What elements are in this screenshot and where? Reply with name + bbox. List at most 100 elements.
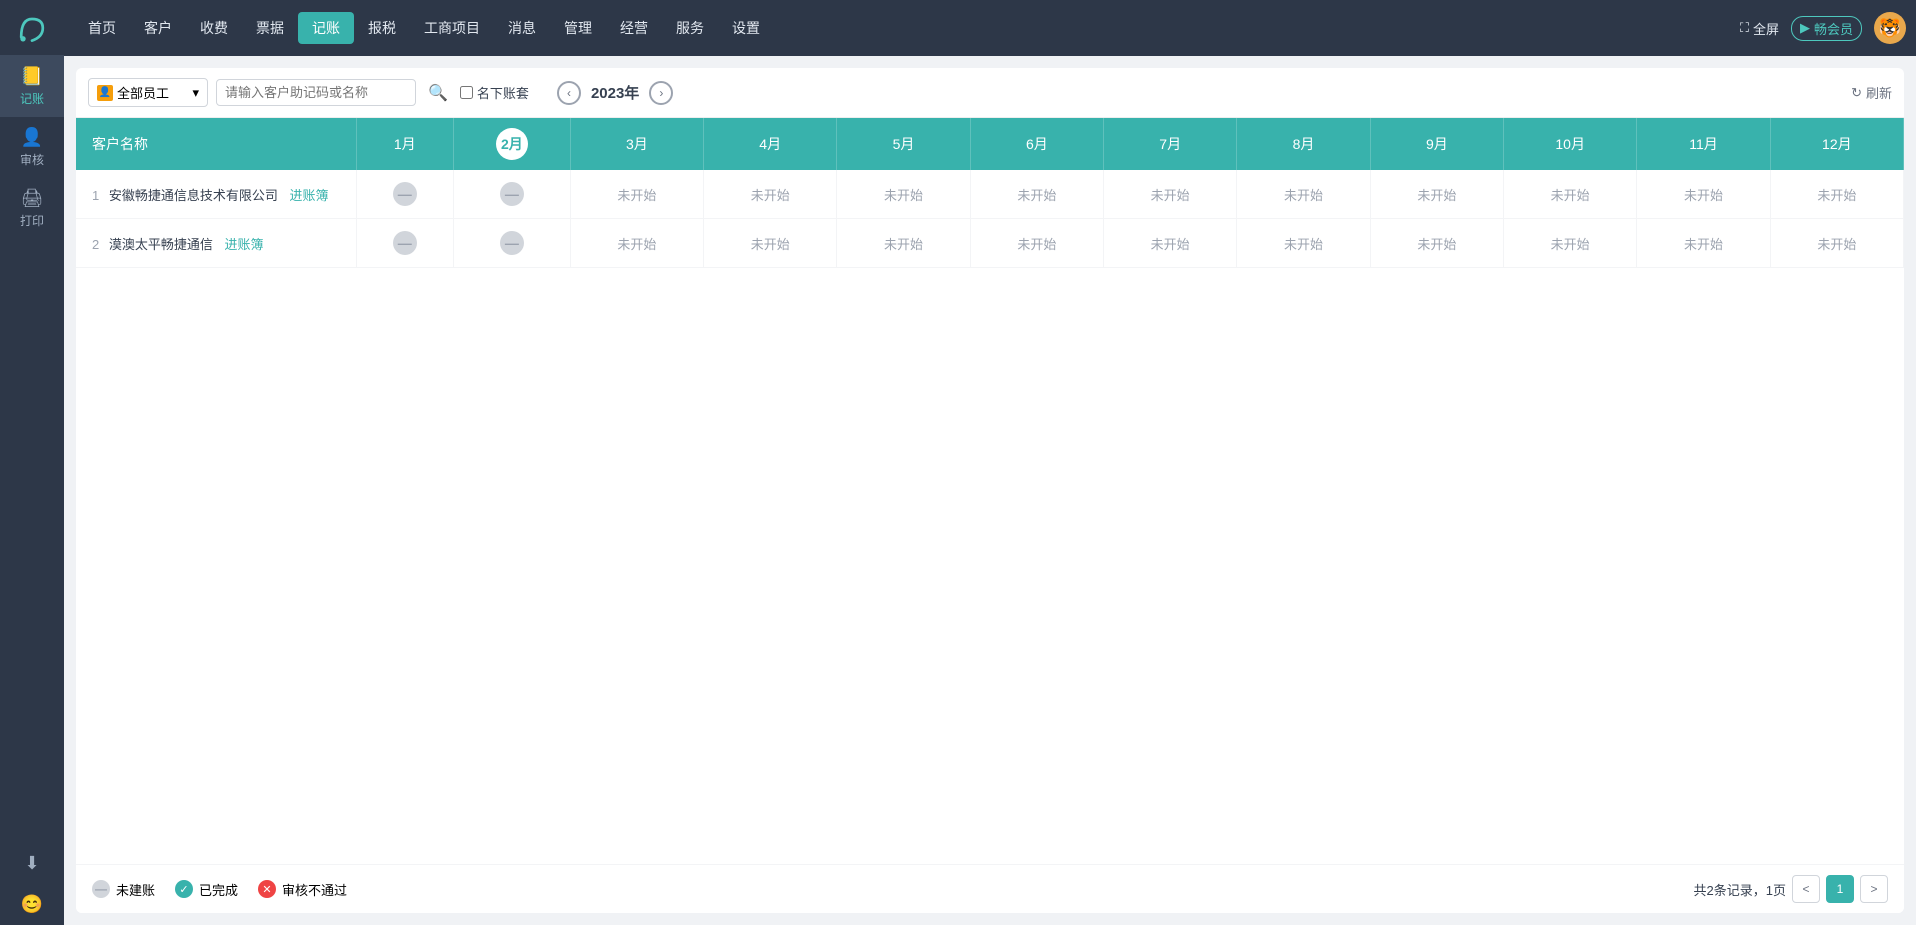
col-dec: 12月	[1770, 118, 1903, 170]
jinzhang-link[interactable]: 进账簿	[290, 188, 329, 203]
pagination-total: 共2条记录，1页	[1694, 880, 1786, 899]
nav-settings[interactable]: 设置	[718, 12, 774, 44]
nav-billing[interactable]: 收费	[186, 12, 242, 44]
month-cell: 未开始	[1104, 219, 1237, 268]
col-aug: 8月	[1237, 118, 1370, 170]
myaccounts-checkbox[interactable]	[460, 86, 473, 99]
dash-status: —	[393, 182, 417, 206]
nav-customer[interactable]: 客户	[130, 12, 186, 44]
legend-not-started: — 未建账	[92, 880, 155, 899]
not-started-status: 未开始	[1151, 237, 1190, 252]
month-cell: 未开始	[1504, 170, 1637, 219]
sidebar-item-print[interactable]: 🖨 打印	[0, 178, 64, 239]
fullscreen-button[interactable]: ⛶ 全屏	[1740, 19, 1779, 38]
search-input[interactable]	[216, 79, 416, 106]
prev-year-button[interactable]: ‹	[557, 81, 581, 105]
prev-page-button[interactable]: <	[1792, 875, 1820, 903]
checkbox-label[interactable]: 名下账套	[460, 83, 529, 102]
dash-status: —	[500, 231, 524, 255]
not-started-dot: —	[92, 880, 110, 898]
col-oct: 10月	[1504, 118, 1637, 170]
page-footer: — 未建账 ✓ 已完成 ✕ 审核不通过 共2条记录，1	[76, 864, 1904, 913]
col-sep: 9月	[1370, 118, 1503, 170]
jinzhang-link[interactable]: 进账簿	[225, 237, 264, 252]
fullscreen-icon: ⛶	[1740, 20, 1749, 36]
table-row: 2 漠澳太平畅捷通信 进账簿 ——未开始未开始未开始未开始未开始未开始未开始未开…	[76, 219, 1904, 268]
not-started-status: 未开始	[751, 188, 790, 203]
nav-manage[interactable]: 管理	[550, 12, 606, 44]
month-cell: 未开始	[837, 219, 970, 268]
month-cell: 未开始	[1504, 219, 1637, 268]
nav-invoice[interactable]: 票据	[242, 12, 298, 44]
x-icon: ✕	[262, 883, 271, 896]
table-wrap: 客户名称 1月 2月 3月 4月 5月 6月 7月 8月 9月	[76, 118, 1904, 864]
not-started-status: 未开始	[1284, 188, 1323, 203]
next-year-button[interactable]: ›	[649, 81, 673, 105]
topnav-right: ⛶ 全屏 ▶ 畅会员 🐯	[1740, 12, 1906, 44]
client-cell: 1 安徽畅捷通信息技术有限公司 进账簿	[76, 170, 356, 219]
legend-rejected-label: 审核不通过	[282, 880, 347, 899]
not-started-status: 未开始	[1684, 237, 1723, 252]
month-cell: 未开始	[1637, 219, 1770, 268]
month-cell: 未开始	[704, 170, 837, 219]
client-name: 漠澳太平畅捷通信	[109, 237, 213, 252]
member-button[interactable]: ▶ 畅会员	[1791, 16, 1862, 41]
not-started-status: 未开始	[1284, 237, 1323, 252]
table-body: 1 安徽畅捷通信息技术有限公司 进账簿 ——未开始未开始未开始未开始未开始未开始…	[76, 170, 1904, 268]
nav-operation[interactable]: 经营	[606, 12, 662, 44]
month-cell: 未开始	[1237, 170, 1370, 219]
completed-dot: ✓	[175, 880, 193, 898]
month-cell: 未开始	[1637, 170, 1770, 219]
refresh-icon: ↻	[1851, 85, 1862, 101]
play-icon: ▶	[1800, 20, 1810, 36]
employee-select[interactable]: 👤 全部员工 ▾	[88, 78, 208, 107]
support-icon: 😊	[21, 894, 43, 915]
not-started-status: 未开始	[1684, 188, 1723, 203]
month-cell: 未开始	[837, 170, 970, 219]
legend-rejected: ✕ 审核不通过	[258, 880, 347, 899]
employee-label: 全部员工	[117, 83, 169, 102]
not-started-status: 未开始	[1417, 237, 1456, 252]
main-table: 客户名称 1月 2月 3月 4月 5月 6月 7月 8月 9月	[76, 118, 1904, 268]
not-started-status: 未开始	[884, 237, 923, 252]
app-logo	[0, 0, 64, 56]
nav-message[interactable]: 消息	[494, 12, 550, 44]
not-started-status: 未开始	[1017, 237, 1056, 252]
sidebar-bottom: ⬇ 😊	[0, 843, 64, 925]
month-cell: —	[356, 170, 454, 219]
sidebar-item-download[interactable]: ⬇	[0, 843, 64, 884]
not-started-status: 未开始	[1017, 188, 1056, 203]
nav-bookkeeping[interactable]: 记账	[298, 12, 354, 44]
page-body: 👤 全部员工 ▾ 🔍 名下账套 ‹ 2023年 › ↻ 刷新	[64, 56, 1916, 925]
avatar[interactable]: 🐯	[1874, 12, 1906, 44]
client-name: 安徽畅捷通信息技术有限公司	[109, 188, 278, 203]
month-cell: 未开始	[1770, 170, 1903, 219]
col-may: 5月	[837, 118, 970, 170]
nav-service[interactable]: 服务	[662, 12, 718, 44]
sidebar-item-bookkeeping[interactable]: 📒 记账	[0, 56, 64, 117]
refresh-button[interactable]: ↻ 刷新	[1851, 83, 1892, 102]
member-label: 畅会员	[1814, 19, 1853, 38]
page-1-button[interactable]: 1	[1826, 875, 1854, 903]
next-page-button[interactable]: >	[1860, 875, 1888, 903]
print-icon: 🖨	[21, 188, 44, 209]
year-label: 2023年	[591, 82, 639, 103]
nav-home[interactable]: 首页	[74, 12, 130, 44]
toolbar: 👤 全部员工 ▾ 🔍 名下账套 ‹ 2023年 › ↻ 刷新	[76, 68, 1904, 118]
col-client-name: 客户名称	[76, 118, 356, 170]
sidebar-item-support[interactable]: 😊	[0, 884, 64, 925]
refresh-label: 刷新	[1866, 83, 1892, 102]
sidebar-item-audit[interactable]: 👤 审核	[0, 117, 64, 178]
not-started-status: 未开始	[617, 188, 656, 203]
not-started-status: 未开始	[1551, 188, 1590, 203]
nav-business[interactable]: 工商项目	[410, 12, 494, 44]
sidebar: 📒 记账 👤 审核 🖨 打印 ⬇ 😊	[0, 0, 64, 925]
search-button[interactable]: 🔍	[424, 79, 452, 107]
nav-tax[interactable]: 报税	[354, 12, 410, 44]
month-cell: —	[454, 170, 571, 219]
check-icon: ✓	[179, 883, 188, 896]
month-cell: 未开始	[1237, 219, 1370, 268]
rejected-dot: ✕	[258, 880, 276, 898]
col-feb: 2月	[454, 118, 571, 170]
not-started-status: 未开始	[1817, 237, 1856, 252]
